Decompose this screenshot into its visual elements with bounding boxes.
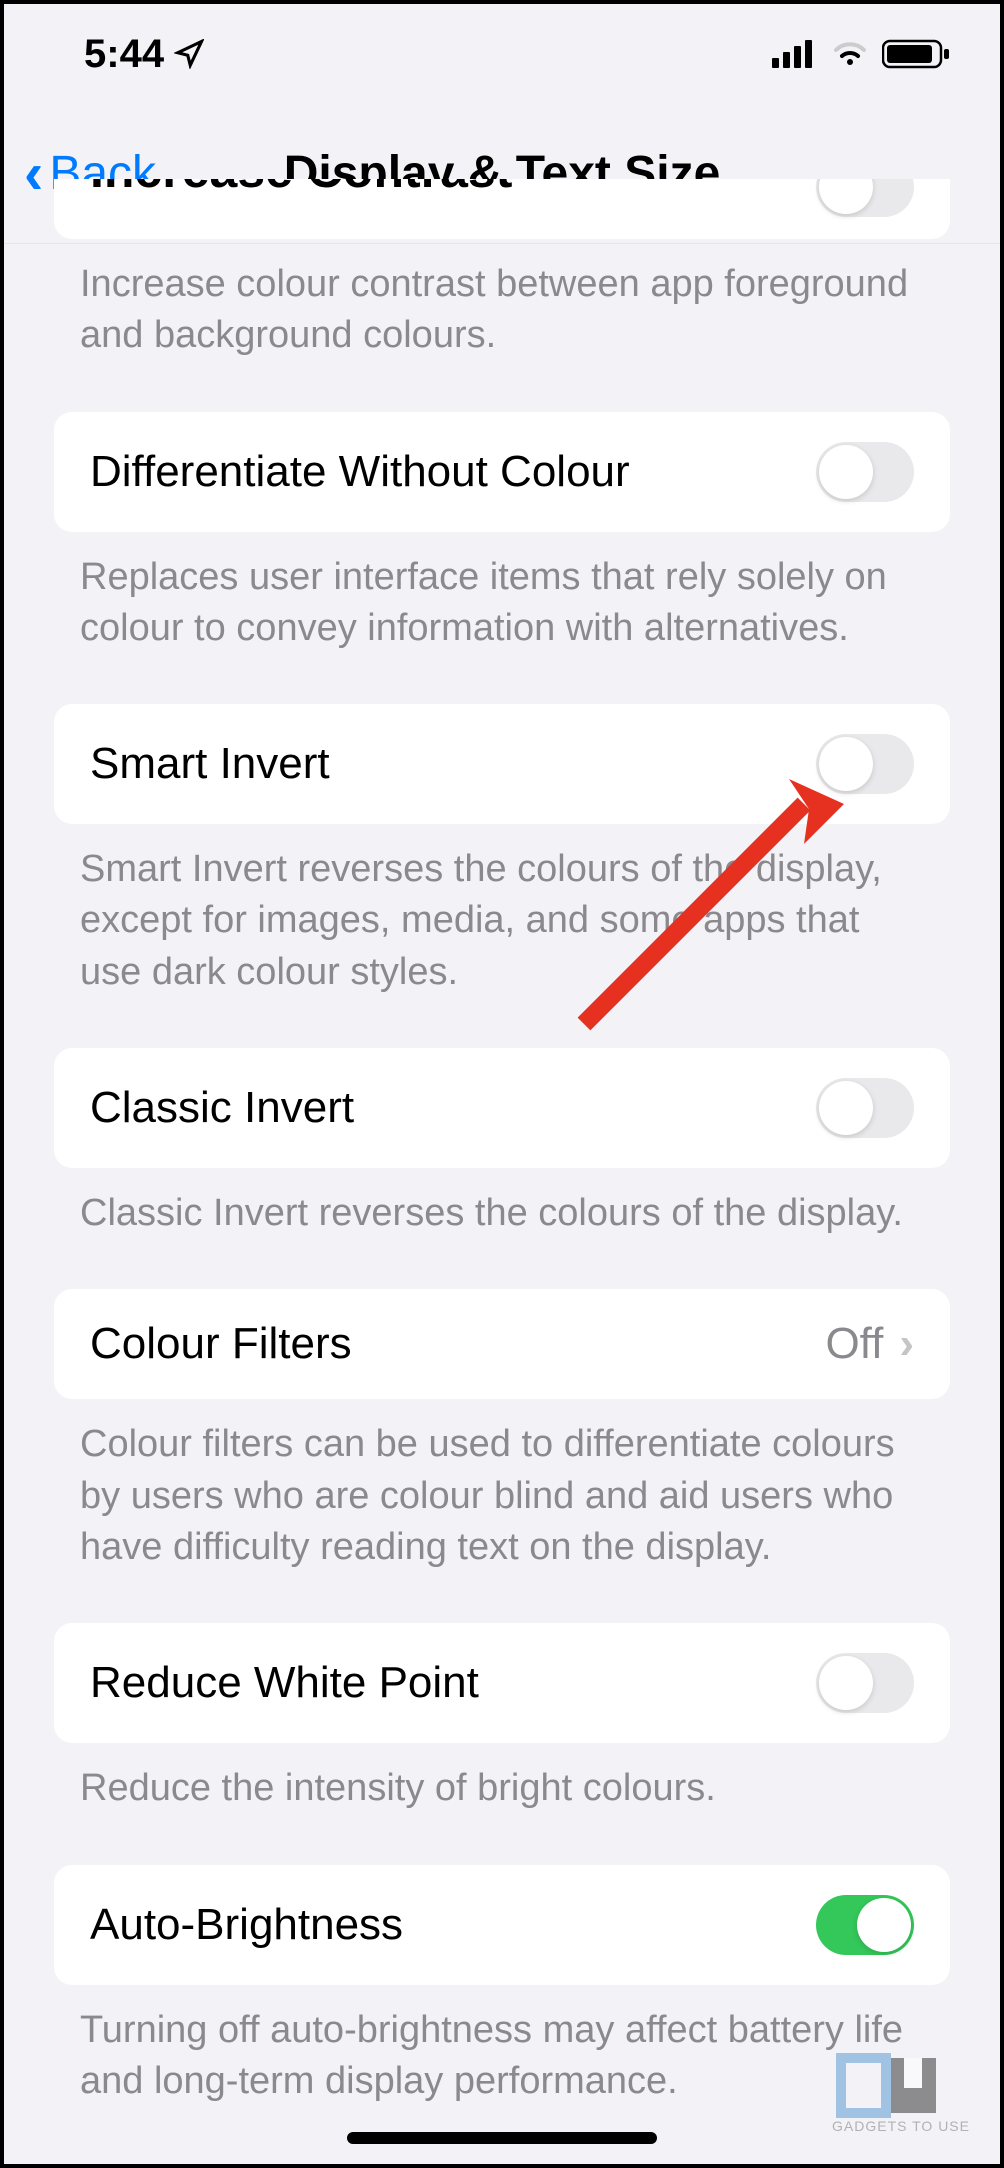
setting-row-classic-invert[interactable]: Classic Invert: [54, 1048, 950, 1168]
setting-description: Classic Invert reverses the colours of t…: [54, 1168, 950, 1239]
setting-group-increase-contrast: Increase Contrast Increase colour contra…: [54, 179, 950, 362]
toggle-increase-contrast[interactable]: [816, 179, 914, 217]
setting-row-reduce-white-point[interactable]: Reduce White Point: [54, 1623, 950, 1743]
setting-description: Increase colour contrast between app for…: [54, 239, 950, 362]
setting-label: Colour Filters: [90, 1319, 352, 1369]
setting-group-colour-filters: Colour Filters Off › Colour filters can …: [54, 1289, 950, 1573]
setting-group-smart-invert: Smart Invert Smart Invert reverses the c…: [54, 704, 950, 998]
cellular-icon: [772, 40, 818, 68]
watermark-logo-icon: [836, 2048, 966, 2118]
setting-group-differentiate: Differentiate Without Colour Replaces us…: [54, 412, 950, 655]
toggle-knob: [819, 179, 873, 214]
toggle-smart-invert[interactable]: [816, 734, 914, 794]
setting-label: Classic Invert: [90, 1083, 354, 1133]
setting-description: Smart Invert reverses the colours of the…: [54, 824, 950, 998]
status-bar: 5:44: [4, 4, 1000, 104]
toggle-auto-brightness[interactable]: [816, 1895, 914, 1955]
setting-row-colour-filters[interactable]: Colour Filters Off ›: [54, 1289, 950, 1399]
setting-value: Off: [825, 1319, 883, 1369]
setting-row-auto-brightness[interactable]: Auto-Brightness: [54, 1865, 950, 1985]
location-icon: [174, 39, 204, 69]
setting-group-reduce-white-point: Reduce White Point Reduce the intensity …: [54, 1623, 950, 1814]
setting-label: Reduce White Point: [90, 1658, 479, 1708]
watermark: GADGETS TO USE: [832, 2048, 970, 2134]
watermark-text: GADGETS TO USE: [832, 2118, 970, 2134]
setting-group-auto-brightness: Auto-Brightness Turning off auto-brightn…: [54, 1865, 950, 2108]
status-time: 5:44: [84, 32, 204, 77]
setting-label: Increase Contrast: [90, 179, 512, 199]
setting-row-differentiate[interactable]: Differentiate Without Colour: [54, 412, 950, 532]
time-label: 5:44: [84, 32, 164, 77]
toggle-differentiate[interactable]: [816, 442, 914, 502]
setting-description: Replaces user interface items that rely …: [54, 532, 950, 655]
wifi-icon: [830, 40, 870, 68]
toggle-knob: [819, 1656, 873, 1710]
setting-label: Differentiate Without Colour: [90, 447, 630, 497]
chevron-right-icon: ›: [899, 1319, 914, 1369]
setting-row-increase-contrast[interactable]: Increase Contrast: [54, 179, 950, 239]
toggle-classic-invert[interactable]: [816, 1078, 914, 1138]
toggle-reduce-white-point[interactable]: [816, 1653, 914, 1713]
toggle-knob: [819, 737, 873, 791]
battery-icon: [882, 38, 950, 70]
setting-description: Turning off auto-brightness may affect b…: [54, 1985, 950, 2108]
setting-row-smart-invert[interactable]: Smart Invert: [54, 704, 950, 824]
toggle-knob: [819, 445, 873, 499]
nav-row: Off ›: [825, 1319, 914, 1369]
setting-label: Smart Invert: [90, 739, 330, 789]
status-icons: [772, 38, 950, 70]
setting-description: Colour filters can be used to differenti…: [54, 1399, 950, 1573]
setting-label: Auto-Brightness: [90, 1900, 403, 1950]
toggle-knob: [819, 1081, 873, 1135]
setting-description: Reduce the intensity of bright colours.: [54, 1743, 950, 1814]
setting-group-classic-invert: Classic Invert Classic Invert reverses t…: [54, 1048, 950, 1239]
toggle-knob: [857, 1898, 911, 1952]
home-indicator[interactable]: [347, 2132, 657, 2144]
